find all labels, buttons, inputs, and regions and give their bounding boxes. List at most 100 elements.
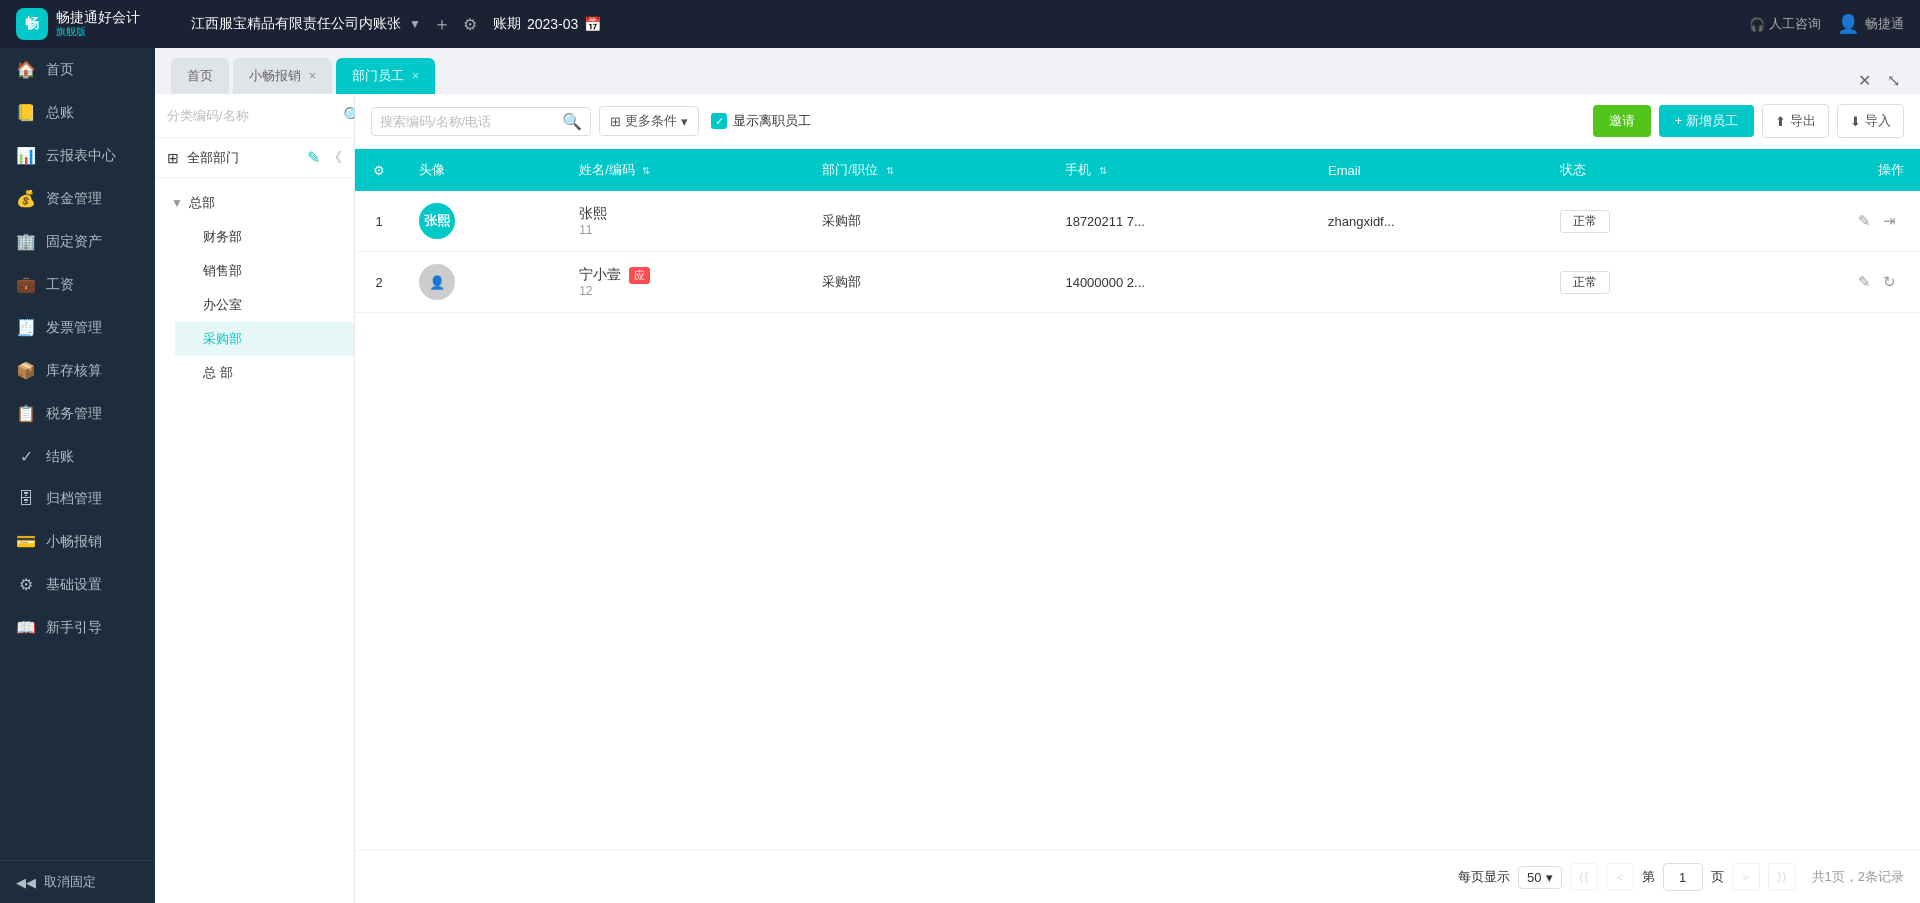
tab-dept-employee[interactable]: 部门员工 × [336,58,435,94]
add-company-icon[interactable]: ＋ [433,12,451,36]
user-menu[interactable]: 👤 畅捷通 [1837,13,1904,35]
content-area: 首页 小畅报销 × 部门员工 × ✕ ⤡ 🔍 [155,48,1920,903]
table-row: 2 👤 宁小壹 应 12 [355,252,1920,313]
dept-tree-item-finance[interactable]: 财务部 [175,220,354,254]
row1-avatar-cell: 张熙 [403,191,563,252]
page-prev-btn[interactable]: ＜ [1606,863,1634,891]
dept-tree-item-sales[interactable]: 销售部 [175,254,354,288]
filter-btn[interactable]: ⊞ 更多条件 ▾ [599,106,699,136]
row1-email-cell: zhangxidf... [1312,191,1544,252]
employee-search-icon[interactable]: 🔍 [562,112,582,131]
tab-close-window-icon[interactable]: ✕ [1854,67,1875,94]
sidebar-item-archive[interactable]: 🗄 归档管理 [0,478,155,520]
page-next-btn[interactable]: ＞ [1732,863,1760,891]
sidebar-item-expense[interactable]: 💳 小畅报销 [0,520,155,563]
row1-actions-cell: ✎ ⇥ [1737,191,1920,252]
page-last-btn[interactable]: ⟩⟩ [1768,863,1796,891]
row1-avatar: 张熙 [419,203,455,239]
dept-search-area: 🔍 [155,94,354,138]
row1-logout-icon[interactable]: ⇥ [1883,212,1896,229]
company-selector[interactable]: 江西服宝精品有限责任公司内账张 ▼ [191,15,421,33]
sidebar-item-tax[interactable]: 📋 税务管理 [0,392,155,435]
th-settings[interactable]: ⚙ [355,149,403,191]
invite-btn[interactable]: 邀请 [1593,105,1651,137]
dept-collapse-icon[interactable]: 《 [328,149,342,167]
row2-edit-icon[interactable]: ✎ [1858,273,1871,290]
show-resigned-toggle[interactable]: ✓ 显示离职员工 [711,112,811,130]
row2-refresh-icon[interactable]: ↻ [1883,273,1896,290]
row2-name: 宁小壹 应 [579,266,790,284]
row2-index: 2 [355,252,403,313]
sidebar-item-assets[interactable]: 🏢 固定资产 [0,220,155,263]
row2-phone-cell: 14000000 2... [1049,252,1312,313]
dept-search-input[interactable] [167,108,335,123]
basic-settings-icon: ⚙ [16,575,36,594]
tab-expense-close[interactable]: × [309,69,316,83]
sidebar-item-ledger[interactable]: 📒 总账 [0,91,155,134]
row2-status-cell: 正常 [1544,252,1737,313]
dept-tree-item-zongbu[interactable]: ▼ 总部 [155,186,354,220]
dept-office-label: 办公室 [203,296,242,314]
dept-tree-item-office[interactable]: 办公室 [175,288,354,322]
filter-label: 更多条件 [625,112,677,130]
row2-name-cell: 宁小壹 应 12 [563,252,806,313]
tab-home[interactable]: 首页 [171,58,229,94]
page-first-btn[interactable]: ⟨⟨ [1570,863,1598,891]
sidebar-item-guide[interactable]: 📖 新手引导 [0,606,155,649]
period-label: 账期 [493,15,521,33]
th-name[interactable]: 姓名/编码 ⇅ [563,149,806,191]
period-value[interactable]: 2023-03 [527,16,578,32]
headset-icon: 🎧 [1749,17,1765,32]
sidebar-item-settings[interactable]: ⚙ 基础设置 [0,563,155,606]
dept-tree-item-purchasing[interactable]: 采购部 [175,322,354,356]
sidebar-item-inventory[interactable]: 📦 库存核算 [0,349,155,392]
sidebar-label-reports: 云报表中心 [46,147,116,165]
tax-icon: 📋 [16,404,36,423]
show-resigned-checkbox[interactable]: ✓ [711,113,727,129]
ledger-icon: 📒 [16,103,36,122]
dept-purchasing-label: 采购部 [203,330,242,348]
th-name-label: 姓名/编码 [579,162,635,177]
sidebar-item-checkout[interactable]: ✓ 结账 [0,435,155,478]
row2-avatar-cell: 👤 [403,252,563,313]
page-input[interactable] [1663,863,1703,891]
employee-search-input[interactable] [380,114,556,129]
sidebar-item-reports[interactable]: 📊 云报表中心 [0,134,155,177]
row1-phone-cell: 18720211 7... [1049,191,1312,252]
sidebar-label-home: 首页 [46,61,74,79]
sidebar-item-invoice[interactable]: 🧾 发票管理 [0,306,155,349]
tree-arrow-icon: ▼ [171,196,183,210]
dept-grid-icon: ⊞ [167,150,179,166]
settings-icon[interactable]: ⚙ [463,15,477,34]
service-btn[interactable]: 🎧 人工咨询 [1749,15,1821,33]
import-btn[interactable]: ⬇ 导入 [1837,104,1904,138]
add-employee-btn[interactable]: + 新增员工 [1659,105,1754,137]
th-phone[interactable]: 手机 ⇅ [1049,149,1312,191]
row2-tag-badge: 应 [629,267,650,284]
th-dept[interactable]: 部门/职位 ⇅ [806,149,1049,191]
dept-tree-item-hq[interactable]: 总 部 [175,356,354,390]
tab-expense[interactable]: 小畅报销 × [233,58,332,94]
filter-icon: ⊞ [610,114,621,129]
row1-edit-icon[interactable]: ✎ [1858,212,1871,229]
sidebar-item-funds[interactable]: 💰 资金管理 [0,177,155,220]
tab-expand-icon[interactable]: ⤡ [1883,67,1904,94]
th-phone-label: 手机 [1065,162,1091,177]
tab-dept-close[interactable]: × [412,69,419,83]
sidebar-scroll: 🏠 首页 📒 总账 📊 云报表中心 💰 资金管理 🏢 固定资产 💼 工资 [0,48,155,860]
tab-home-label: 首页 [187,67,213,85]
calendar-icon[interactable]: 📅 [584,16,601,32]
sidebar-item-payroll[interactable]: 💼 工资 [0,263,155,306]
sidebar-item-home[interactable]: 🏠 首页 [0,48,155,91]
sidebar: 🏠 首页 📒 总账 📊 云报表中心 💰 资金管理 🏢 固定资产 💼 工资 [0,48,155,903]
dept-edit-icon[interactable]: ✎ [307,148,320,167]
pin-icon: ◀◀ [16,875,36,890]
export-btn[interactable]: ⬆ 导出 [1762,104,1829,138]
inventory-icon: 📦 [16,361,36,380]
th-name-sort-icon: ⇅ [642,165,650,176]
all-dept-label[interactable]: 全部部门 [187,149,299,167]
cancel-pin-btn[interactable]: ◀◀ 取消固定 [0,860,155,903]
row1-code: 11 [579,223,790,237]
per-page-select[interactable]: 50 ▾ [1518,866,1561,889]
main-layout: 🏠 首页 📒 总账 📊 云报表中心 💰 资金管理 🏢 固定资产 💼 工资 [0,48,1920,903]
